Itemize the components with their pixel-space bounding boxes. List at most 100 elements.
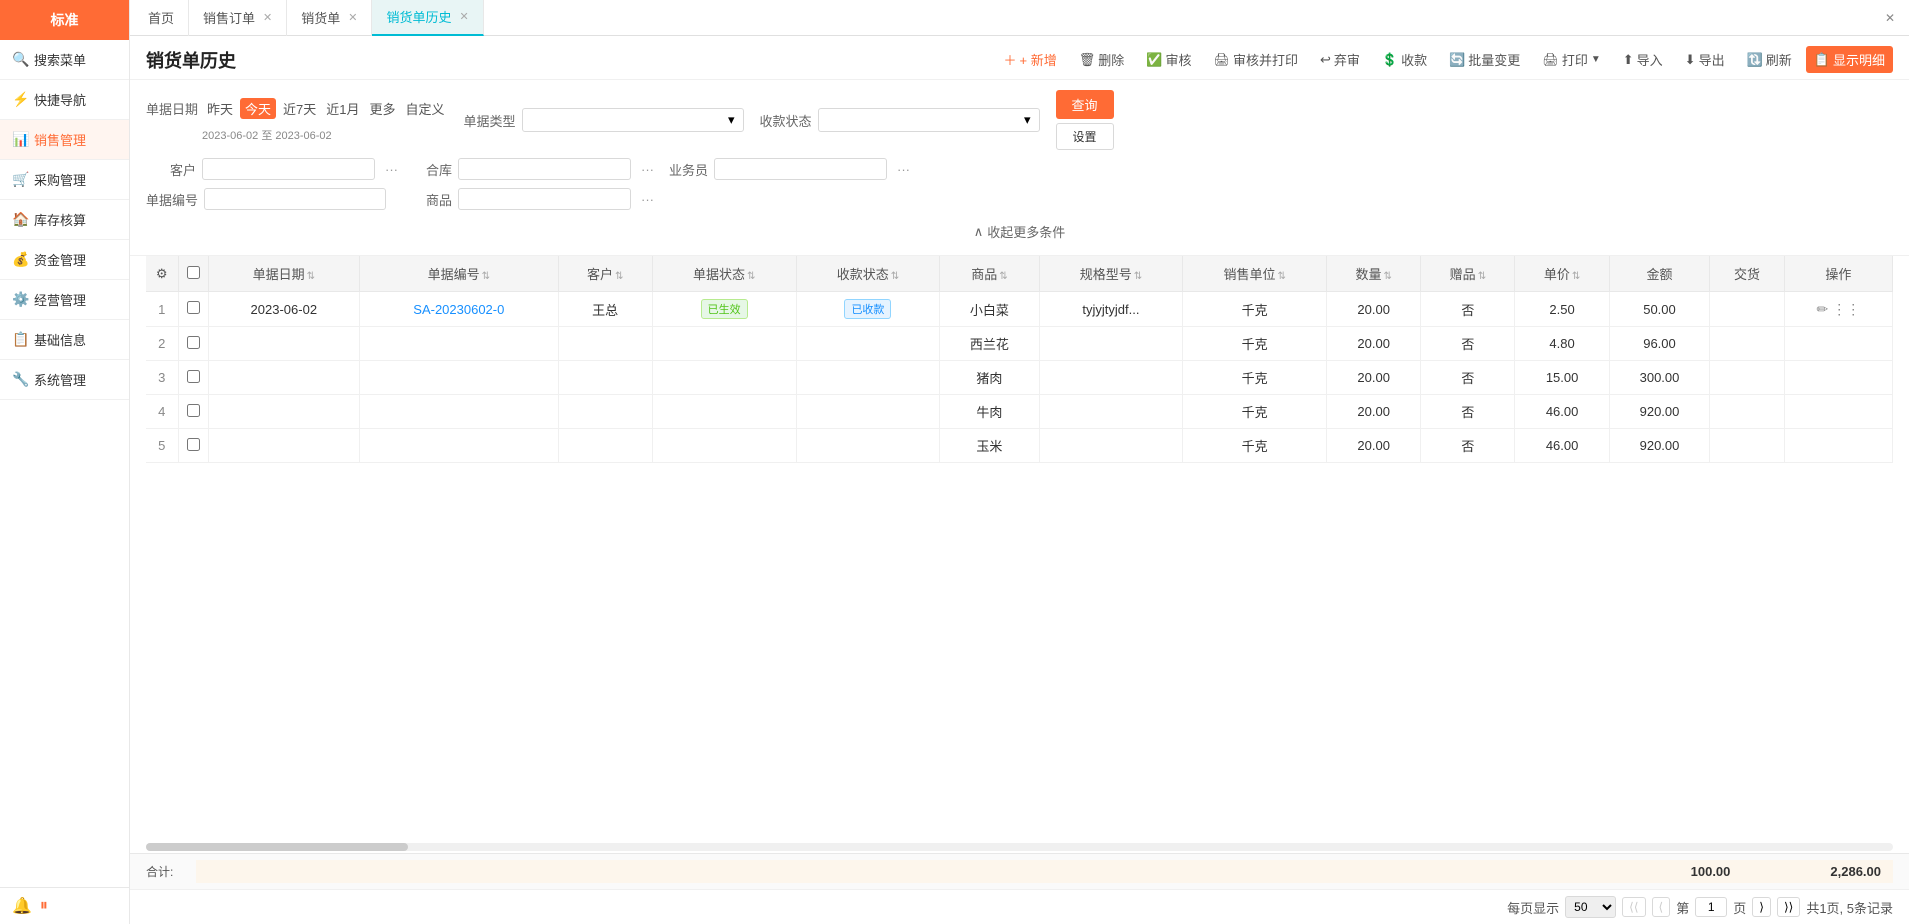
row-checkbox[interactable]: [187, 370, 200, 383]
col-spec-model[interactable]: 规格型号⇅: [1039, 256, 1183, 292]
warehouse-input[interactable]: [458, 158, 631, 180]
print-button[interactable]: 🖨 打印 ▼: [1534, 46, 1608, 73]
amount-cell: 50.00: [1609, 292, 1710, 327]
collect-status-cell: [796, 327, 940, 361]
col-goods[interactable]: 商品⇅: [940, 256, 1039, 292]
table-footer: 合计: 100.00 2,286.00: [130, 853, 1909, 889]
close-all-button[interactable]: ✕: [1875, 11, 1905, 25]
row-checkbox[interactable]: [187, 336, 200, 349]
sidebar-item-sys-mgmt[interactable]: 🔧 系统管理: [0, 360, 129, 400]
sidebar-item-purchase-mgmt[interactable]: 🛒 采购管理: [0, 160, 129, 200]
tab-sales-delivery[interactable]: 销货单 ✕: [287, 0, 372, 36]
pause-icon[interactable]: ⏸: [40, 897, 48, 915]
refresh-button[interactable]: 🔃 刷新: [1739, 46, 1800, 73]
doc-no-link[interactable]: SA-20230602-0: [413, 302, 504, 317]
sales-person-input[interactable]: [714, 158, 887, 180]
row-checkbox[interactable]: [187, 438, 200, 451]
audit-button[interactable]: ✅ 审核: [1138, 46, 1199, 73]
shortcut-today[interactable]: 今天: [240, 98, 276, 119]
quantity-cell: 20.00: [1327, 395, 1421, 429]
col-doc-no[interactable]: 单据编号⇅: [360, 256, 558, 292]
col-unit-price[interactable]: 单价⇅: [1515, 256, 1609, 292]
per-page-select[interactable]: 50 100: [1565, 896, 1616, 918]
goods-input[interactable]: [458, 188, 631, 210]
new-button[interactable]: ＋ + 新增: [995, 46, 1064, 73]
sort-doc-date-icon: ⇅: [307, 271, 315, 282]
row-num-cell: 1: [146, 292, 178, 327]
col-settings[interactable]: ⚙: [146, 256, 178, 292]
shortcut-1month[interactable]: 近1月: [323, 98, 362, 119]
sales-person-ellipsis[interactable]: ···: [893, 162, 914, 177]
sidebar-item-finance-mgmt[interactable]: 💰 资金管理: [0, 240, 129, 280]
doc-type-select[interactable]: ▾: [522, 108, 744, 132]
action-cell: [1784, 429, 1892, 463]
col-gift[interactable]: 赠品⇅: [1421, 256, 1515, 292]
settings-gear-icon[interactable]: ⚙: [156, 266, 168, 282]
col-quantity[interactable]: 数量⇅: [1327, 256, 1421, 292]
first-page-button[interactable]: ⟨⟨: [1622, 897, 1645, 917]
sidebar-item-quick-nav[interactable]: ⚡ 快捷导航: [0, 80, 129, 120]
export-button[interactable]: ⬇ 导出: [1677, 46, 1733, 73]
tab-sales-history[interactable]: 销货单历史 ✕: [372, 0, 483, 36]
doc-date-cell: [208, 429, 360, 463]
doc-no-input[interactable]: [204, 188, 386, 210]
settings-button[interactable]: 设置: [1056, 123, 1114, 150]
sidebar-item-search-menu[interactable]: 🔍 搜索菜单: [0, 40, 129, 80]
show-detail-button[interactable]: 📋 显示明细: [1806, 46, 1893, 73]
tab-home[interactable]: 首页: [134, 0, 189, 36]
sidebar-item-sales-mgmt[interactable]: 📊 销售管理: [0, 120, 129, 160]
tab-sales-order-close[interactable]: ✕: [263, 11, 272, 24]
search-menu-icon: 🔍: [12, 51, 28, 68]
query-button[interactable]: 查询: [1056, 90, 1114, 119]
page-number-input[interactable]: [1695, 897, 1727, 917]
horizontal-scrollbar[interactable]: [146, 843, 1893, 851]
col-doc-status[interactable]: 单据状态⇅: [652, 256, 796, 292]
sales-person-label: 业务员: [658, 160, 708, 179]
goods-ellipsis[interactable]: ···: [637, 192, 658, 207]
col-customer[interactable]: 客户⇅: [558, 256, 652, 292]
prev-page-button[interactable]: ⟨: [1652, 897, 1671, 917]
tab-sales-delivery-close[interactable]: ✕: [348, 11, 357, 24]
more-action-icon[interactable]: ⋮⋮: [1832, 301, 1860, 318]
shortcut-yesterday[interactable]: 昨天: [204, 98, 236, 119]
select-all-checkbox[interactable]: [187, 266, 200, 279]
shortcut-custom[interactable]: 自定义: [403, 98, 448, 119]
col-collect-status[interactable]: 收款状态⇅: [796, 256, 940, 292]
shortcut-7days[interactable]: 近7天: [280, 98, 319, 119]
row-checkbox-cell: [178, 429, 208, 463]
doc-status-cell: [652, 429, 796, 463]
purchase-mgmt-icon: 🛒: [12, 171, 28, 188]
collect-status-select[interactable]: ▾: [818, 108, 1040, 132]
warehouse-ellipsis[interactable]: ···: [637, 162, 658, 177]
last-page-button[interactable]: ⟩⟩: [1777, 897, 1800, 917]
total-label: 合计:: [146, 863, 196, 880]
scrollbar-thumb[interactable]: [146, 843, 408, 851]
notification-icon[interactable]: 🔔: [12, 896, 32, 916]
audit-print-button[interactable]: 🖨 审核并打印: [1205, 46, 1306, 73]
collapse-button[interactable]: ∧ 收起更多条件: [146, 218, 1893, 245]
action-buttons: 查询 设置: [1056, 90, 1114, 150]
col-doc-date[interactable]: 单据日期⇅: [208, 256, 360, 292]
main-area: 首页 销售订单 ✕ 销货单 ✕ 销货单历史 ✕ ✕ 销货单历史 ＋ + 新增: [130, 0, 1909, 924]
customer-input[interactable]: [202, 158, 375, 180]
tab-sales-history-close[interactable]: ✕: [460, 10, 469, 23]
shortcut-more[interactable]: 更多: [367, 98, 399, 119]
row-checkbox[interactable]: [187, 301, 200, 314]
collect-button[interactable]: 💲 收款: [1374, 46, 1435, 73]
tab-sales-order[interactable]: 销售订单 ✕: [189, 0, 287, 36]
row-checkbox[interactable]: [187, 404, 200, 417]
sidebar-item-inventory[interactable]: 🏠 库存核算: [0, 200, 129, 240]
import-button[interactable]: ⬆ 导入: [1615, 46, 1671, 73]
total-row: 100.00 2,286.00: [196, 860, 1893, 883]
gift-cell: 否: [1421, 292, 1515, 327]
abandon-button[interactable]: ↩ 弃审: [1312, 46, 1368, 73]
sidebar-item-operations-mgmt[interactable]: ⚙️ 经营管理: [0, 280, 129, 320]
edit-icon[interactable]: ✏: [1816, 301, 1828, 318]
col-sales-unit[interactable]: 销售单位⇅: [1183, 256, 1327, 292]
batch-change-icon: 🔄: [1449, 52, 1465, 68]
sidebar-item-basic-info[interactable]: 📋 基础信息: [0, 320, 129, 360]
next-page-button[interactable]: ⟩: [1752, 897, 1771, 917]
batch-change-button[interactable]: 🔄 批量变更: [1441, 46, 1528, 73]
delete-button[interactable]: 🗑 删除: [1071, 46, 1133, 73]
customer-ellipsis[interactable]: ···: [381, 162, 402, 177]
